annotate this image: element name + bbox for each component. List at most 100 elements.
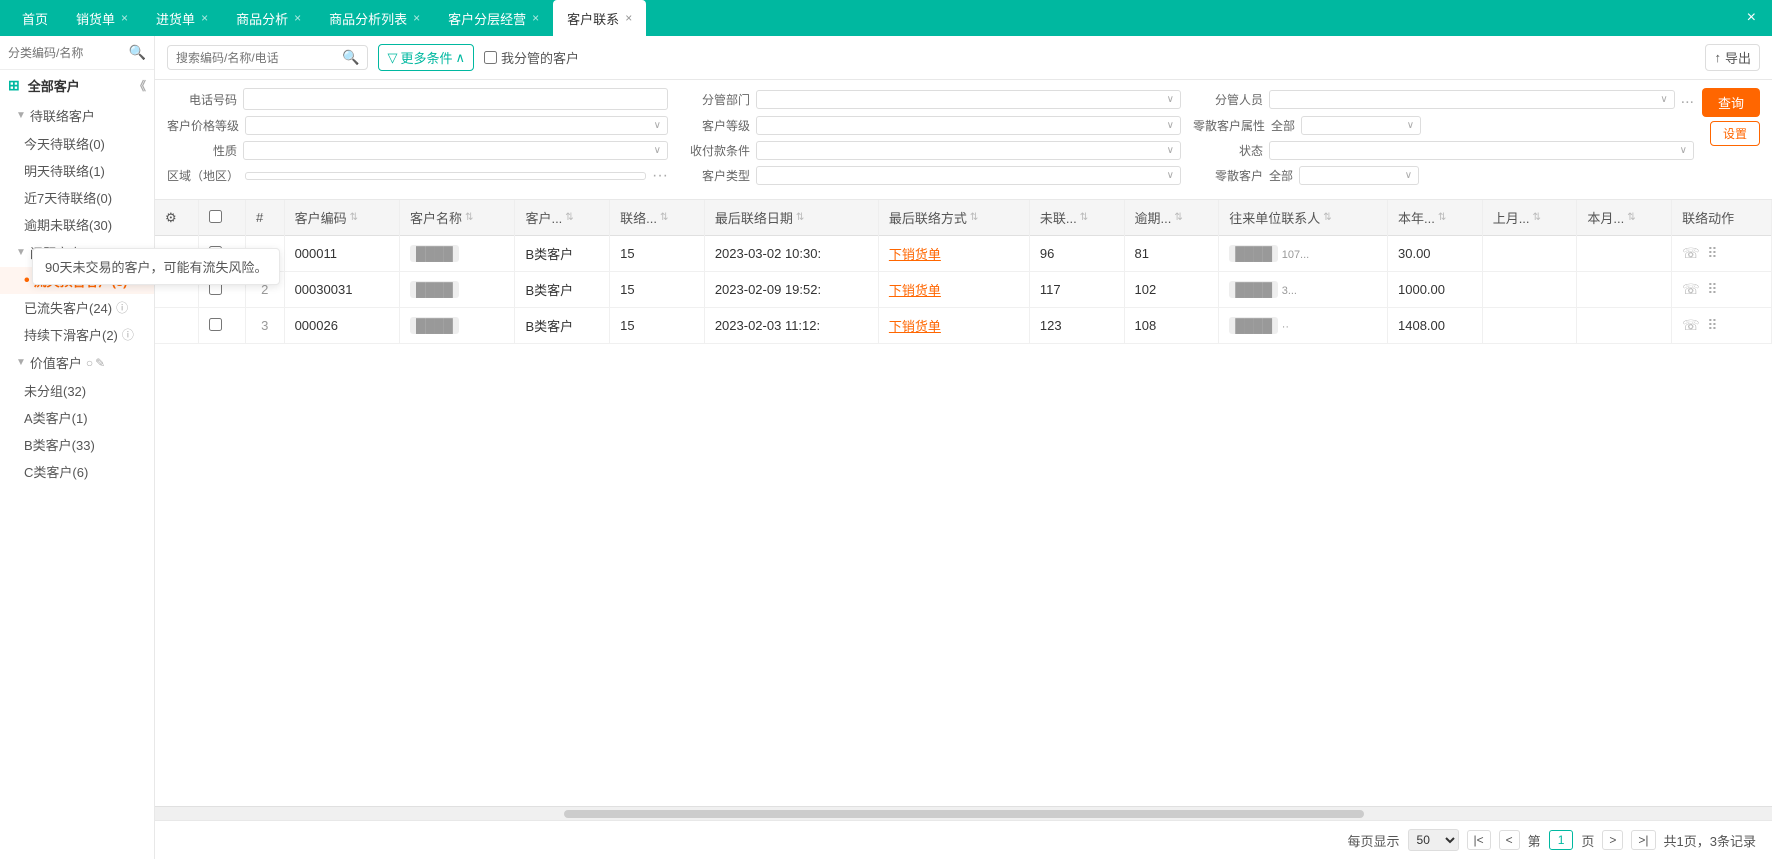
manager-chevron-icon: ∨ (1660, 94, 1667, 105)
tab-sales[interactable]: 销货单 × (62, 0, 142, 36)
first-page-button[interactable]: |< (1467, 830, 1491, 850)
tab-customer-contact[interactable]: 客户联系 × (553, 0, 646, 36)
action-more-icon[interactable]: ⠿ (1707, 245, 1717, 261)
declining-info-icon[interactable]: ⓘ (122, 326, 134, 343)
dept-select[interactable]: ∨ (756, 90, 1181, 109)
th-not-contact[interactable]: 未联...⇅ (1029, 200, 1124, 236)
horizontal-scrollbar[interactable] (155, 806, 1772, 820)
action-more-icon[interactable]: ⠿ (1707, 281, 1717, 297)
sidebar-search-input[interactable] (8, 46, 125, 60)
action-call-icon[interactable]: ☏ (1682, 317, 1700, 333)
prev-page-button[interactable]: < (1499, 830, 1520, 850)
value-info-icon[interactable]: ○ (86, 356, 93, 370)
th-code[interactable]: 客户编码⇅ (284, 200, 399, 236)
th-last-month[interactable]: 上月...⇅ (1482, 200, 1577, 236)
value-edit-icon[interactable]: ✎ (95, 356, 105, 370)
manager-dots[interactable]: ... (1681, 90, 1694, 108)
phone-input[interactable] (243, 88, 668, 110)
action-call-icon[interactable]: ☏ (1682, 281, 1700, 297)
nature-select[interactable]: ∨ (243, 141, 668, 160)
nature-chevron-icon: ∨ (654, 145, 661, 156)
last-page-button[interactable]: >| (1631, 830, 1655, 850)
th-name[interactable]: 客户名称⇅ (400, 200, 515, 236)
tab-close-customer-contact[interactable]: × (625, 11, 632, 25)
level-select[interactable]: ∨ (756, 116, 1181, 135)
action-call-icon[interactable]: ☏ (1682, 245, 1700, 261)
search-input[interactable] (176, 51, 336, 65)
tab-home[interactable]: 首页 (8, 0, 62, 36)
tab-product-analysis[interactable]: 商品分析 × (222, 0, 315, 36)
sidebar-item-churned[interactable]: 已流失客户(24) ⓘ (0, 294, 154, 321)
th-contact[interactable]: 联络...⇅ (610, 200, 705, 236)
more-filters-button[interactable]: ▽ 更多条件 ∧ (378, 44, 474, 71)
per-page-select[interactable]: 50 100 200 (1408, 829, 1459, 851)
region-dots[interactable]: ··· (652, 167, 668, 185)
attribute-select[interactable]: ∨ (1301, 116, 1421, 135)
last-method-link[interactable]: 下销货单 (889, 247, 941, 262)
settings-button[interactable]: 设置 (1710, 121, 1760, 146)
export-button[interactable]: ↑ 导出 (1705, 44, 1760, 71)
sidebar-search-icon[interactable]: 🔍 (129, 44, 146, 61)
status-select[interactable]: ∨ (1269, 141, 1694, 160)
churned-info-icon[interactable]: ⓘ (116, 299, 128, 316)
filter-phone: 电话号码 (167, 88, 668, 110)
table-settings-icon[interactable]: ⚙ (165, 210, 177, 226)
sidebar-item-tomorrow[interactable]: 明天待联络(1) (0, 157, 154, 184)
sidebar-item-ungrouped[interactable]: 未分组(32) (0, 377, 154, 404)
action-more-icon[interactable]: ⠿ (1707, 317, 1717, 333)
sidebar-value-group[interactable]: ▼ 价值客户 ○ ✎ (0, 348, 154, 377)
manager-select[interactable]: ∨ (1269, 90, 1675, 109)
sidebar-item-type-b[interactable]: B类客户(33) (0, 431, 154, 458)
tab-product-list[interactable]: 商品分析列表 × (315, 0, 434, 36)
search-submit-icon[interactable]: 🔍 (342, 49, 359, 66)
filter-region: 区域（地区） ··· (167, 167, 668, 185)
tab-close-purchase[interactable]: × (201, 11, 208, 25)
pagination-bar: 每页显示 50 100 200 |< < 第 1 页 > >| 共1页，3条记录 (155, 820, 1772, 859)
th-last-date[interactable]: 最后联络日期⇅ (704, 200, 878, 236)
my-customers-checkbox[interactable] (484, 51, 497, 64)
retail-select[interactable]: ∨ (1299, 166, 1419, 185)
this-year-sort-icon: ⇅ (1438, 212, 1446, 223)
sidebar-item-type-c[interactable]: C类客户(6) (0, 458, 154, 485)
th-this-year[interactable]: 本年...⇅ (1388, 200, 1483, 236)
next-page-button[interactable]: > (1602, 830, 1623, 850)
sidebar-all-customers[interactable]: ⊞ 全部客户 《 (0, 70, 154, 101)
tab-close-product-list[interactable]: × (413, 11, 420, 25)
th-settings[interactable]: ⚙ (155, 200, 199, 236)
select-all-checkbox[interactable] (209, 210, 222, 223)
sidebar-pending-group[interactable]: ▼ 待联络客户 (0, 101, 154, 130)
sidebar-item-declining[interactable]: 持续下滑客户(2) ⓘ (0, 321, 154, 348)
tab-close-customer-layer[interactable]: × (532, 11, 539, 25)
query-button[interactable]: 查询 (1702, 88, 1760, 117)
last-month-sort-icon: ⇅ (1533, 212, 1541, 223)
cell-code: 000026 (284, 308, 399, 344)
retail-chevron-icon: ∨ (1405, 170, 1412, 181)
scrollbar-thumb[interactable] (564, 810, 1364, 818)
window-close-button[interactable]: × (1739, 9, 1764, 27)
last-method-sort-icon: ⇅ (970, 212, 978, 223)
last-date-sort-icon: ⇅ (796, 212, 804, 223)
cell-action: ☏ ⠿ (1672, 272, 1772, 308)
tab-close-product-analysis[interactable]: × (294, 11, 301, 25)
th-no: # (245, 200, 284, 236)
price-level-select[interactable]: ∨ (245, 116, 668, 135)
th-last-method[interactable]: 最后联络方式⇅ (878, 200, 1029, 236)
row-checkbox[interactable] (209, 318, 222, 331)
sidebar-item-type-a[interactable]: A类客户(1) (0, 404, 154, 431)
tab-purchase[interactable]: 进货单 × (142, 0, 222, 36)
sidebar-item-overdue[interactable]: 逾期未联络(30) (0, 211, 154, 238)
last-method-link[interactable]: 下销货单 (889, 319, 941, 334)
payment-select[interactable]: ∨ (756, 141, 1181, 160)
tab-close-sales[interactable]: × (121, 11, 128, 25)
last-method-link[interactable]: 下销货单 (889, 283, 941, 298)
th-this-month[interactable]: 本月...⇅ (1577, 200, 1672, 236)
customer-type-select[interactable]: ∨ (756, 166, 1181, 185)
sidebar-item-7days[interactable]: 近7天待联络(0) (0, 184, 154, 211)
region-select[interactable] (245, 172, 646, 180)
th-unit-contact[interactable]: 往来单位联系人⇅ (1219, 200, 1388, 236)
th-overdue[interactable]: 逾期...⇅ (1124, 200, 1219, 236)
tab-customer-layer[interactable]: 客户分层经营 × (434, 0, 553, 36)
th-type[interactable]: 客户...⇅ (515, 200, 610, 236)
cell-no: 3 (245, 308, 284, 344)
sidebar-item-today[interactable]: 今天待联络(0) (0, 130, 154, 157)
